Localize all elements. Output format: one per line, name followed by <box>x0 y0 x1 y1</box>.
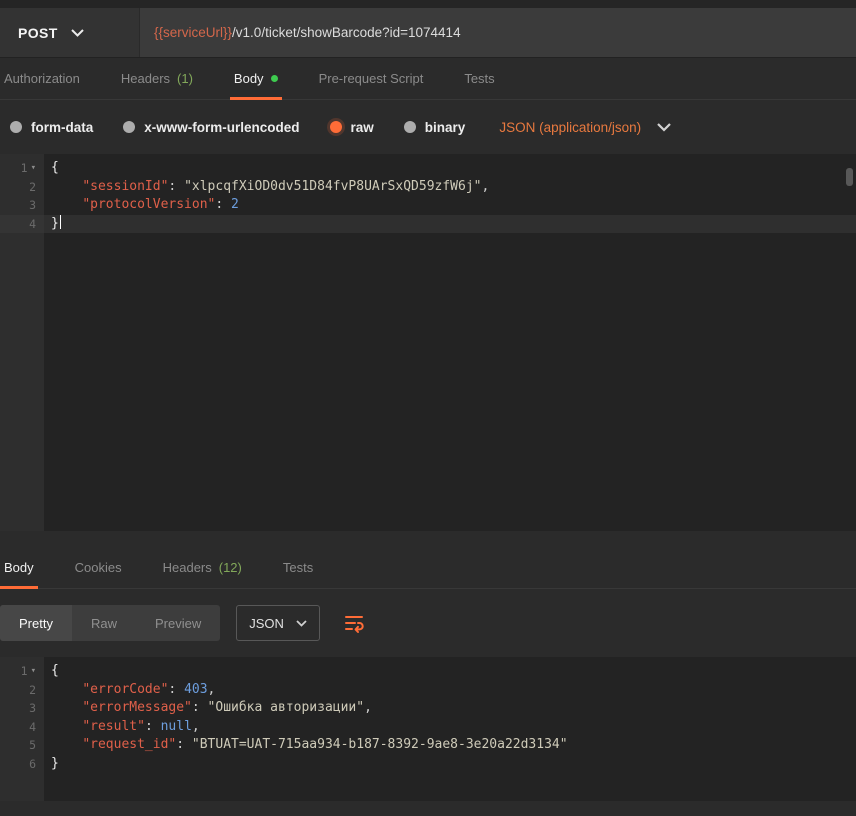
response-toolbar: Pretty Raw Preview JSON <box>0 589 856 657</box>
response-panel: Body Cookies Headers (12) Tests Pretty Raw Pre… <box>0 547 856 801</box>
radio-label: binary <box>424 119 466 135</box>
code-line: 2 "sessionId": "xlpcqfXiOD0dv51D84fvP8UA… <box>0 177 856 196</box>
code-text: "sessionId": "xlpcqfXiOD0dv51D84fvP8UArS… <box>82 178 490 194</box>
chevron-down-icon <box>657 122 671 132</box>
fold-arrow-icon[interactable]: ▾ <box>31 662 36 681</box>
view-raw-button[interactable]: Raw <box>72 605 136 641</box>
tab-label: Headers <box>120 71 171 86</box>
line-number: 4 <box>0 717 44 736</box>
line-number: 4 <box>0 214 44 233</box>
url-path: /v1.0/ticket/showBarcode?id=1074414 <box>232 25 461 40</box>
view-mode-segments: Pretty Raw Preview <box>0 605 221 641</box>
chevron-down-icon <box>296 619 307 627</box>
method-label: POST <box>18 24 58 41</box>
code-text: { <box>51 663 59 678</box>
tab-label: Headers <box>162 560 212 575</box>
line-number: 5 <box>0 736 44 755</box>
method-dropdown[interactable]: POST <box>0 8 140 57</box>
chevron-down-icon <box>71 28 84 37</box>
tab-label: Authorization <box>4 71 80 86</box>
code-line: 2 "errorCode": 403, <box>0 680 856 699</box>
body-mode-binary[interactable]: binary <box>403 119 466 135</box>
top-strip <box>0 0 856 8</box>
radio-label: x-www-form-urlencoded <box>144 119 300 135</box>
line-number: 2 <box>0 680 44 699</box>
tab-count-badge: (1) <box>177 71 193 86</box>
wrap-lines-button[interactable] <box>336 605 372 641</box>
tab-label: Tests <box>282 560 314 575</box>
code-line: 1 ▾ { <box>0 159 856 178</box>
res-tab-headers[interactable]: Headers (12) <box>161 547 244 588</box>
code-text: "errorMessage": "Ошибка авторизации", <box>82 700 372 715</box>
tab-label: Body <box>233 71 264 86</box>
radio-icon <box>10 121 22 133</box>
wrap-lines-icon <box>344 616 364 633</box>
url-input[interactable]: {{serviceUrl}}/v1.0/ticket/showBarcode?i… <box>140 8 856 57</box>
req-tab-tests[interactable]: Tests <box>462 58 496 99</box>
code-line: 1 ▾ { <box>0 662 856 681</box>
url-variable: {{serviceUrl}} <box>154 25 233 40</box>
response-code: 1 ▾{2 "errorCode": 403, 3 "errorMessage": … <box>0 657 856 773</box>
body-mode-options: form-data x-www-form-urlencoded raw binary <box>10 120 465 135</box>
request-body-editor[interactable]: 1 ▾ {2 "sessionId": "xlpcqfXiOD0dv51D84fvP… <box>0 154 856 531</box>
code-text: "errorCode": 403, <box>82 681 216 697</box>
body-mode-raw[interactable]: raw <box>329 119 374 135</box>
code-line: 4 "result": null, <box>0 717 856 736</box>
view-preview-button[interactable]: Preview <box>136 605 220 641</box>
line-number: 6 <box>0 754 44 773</box>
radio-icon <box>123 121 136 133</box>
line-number: 3 <box>0 699 44 718</box>
code-line: 6} <box>0 754 856 773</box>
line-number: 2 <box>0 177 44 196</box>
tab-label: Tests <box>464 71 495 86</box>
code-text: "protocolVersion": 2 <box>82 197 239 212</box>
line-number: 3 <box>0 196 44 215</box>
code-text: } <box>44 214 856 233</box>
tab-label: Cookies <box>74 560 122 575</box>
content-type-dropdown[interactable]: JSON (application/json) <box>499 120 671 135</box>
text-cursor <box>59 214 61 229</box>
tab-label: Pre-request Script <box>318 71 424 86</box>
tab-label: Body <box>4 560 34 575</box>
response-body-editor[interactable]: 1 ▾{2 "errorCode": 403, 3 "errorMessage": … <box>0 657 856 801</box>
req-tab-authorization[interactable]: Authorization <box>2 58 82 99</box>
request-tabs: Authorization Headers (1) Body Pre-request S… <box>0 58 856 100</box>
format-label: JSON <box>249 615 284 631</box>
body-mode-x-www-form-urlencoded[interactable]: x-www-form-urlencoded <box>123 119 300 135</box>
line-number: 1 ▾ <box>0 662 44 681</box>
req-tab-body[interactable]: Body <box>229 58 282 100</box>
code-line: 4} <box>0 214 856 233</box>
code-text: "request_id": "BTUAT=UAT-715aa934-b187-8… <box>82 737 568 752</box>
body-mode-row: form-data x-www-form-urlencoded raw binary … <box>0 100 856 154</box>
code-text: } <box>51 755 59 771</box>
scrollbar-thumb[interactable] <box>846 168 853 186</box>
radio-icon <box>403 121 416 133</box>
code-line: 3 "protocolVersion": 2 <box>0 196 856 215</box>
content-type-label: JSON (application/json) <box>499 119 642 135</box>
code-line: 3 "errorMessage": "Ошибка авторизации", <box>0 699 856 718</box>
radio-icon <box>329 121 342 133</box>
code-text: { <box>51 160 59 175</box>
postman-app: POST {{serviceUrl}}/v1.0/ticket/showBarc… <box>0 0 856 816</box>
req-tab-headers[interactable]: Headers (1) <box>119 58 195 99</box>
code-line: 5 "request_id": "BTUAT=UAT-715aa934-b187… <box>0 736 856 755</box>
req-tab-pre-request-script[interactable]: Pre-request Script <box>317 58 426 99</box>
res-tab-body[interactable]: Body <box>0 547 38 589</box>
request-code: 1 ▾ {2 "sessionId": "xlpcqfXiOD0dv51D84fvP… <box>0 154 856 233</box>
fold-arrow-icon[interactable]: ▾ <box>31 159 36 178</box>
green-dot-icon <box>270 75 278 82</box>
radio-label: form-data <box>31 119 94 135</box>
body-mode-form-data[interactable]: form-data <box>10 120 93 135</box>
response-tabs: Body Cookies Headers (12) Tests <box>0 547 856 589</box>
res-tab-cookies[interactable]: Cookies <box>73 547 124 588</box>
view-pretty-button[interactable]: Pretty <box>0 605 72 641</box>
radio-label: raw <box>350 119 374 135</box>
res-tab-tests[interactable]: Tests <box>281 547 315 588</box>
code-text: "result": null, <box>82 718 200 734</box>
response-format-dropdown[interactable]: JSON <box>236 605 320 641</box>
tab-count-badge: (12) <box>218 560 242 575</box>
line-number: 1 ▾ <box>0 159 44 178</box>
request-url-bar: POST {{serviceUrl}}/v1.0/ticket/showBarc… <box>0 8 856 58</box>
